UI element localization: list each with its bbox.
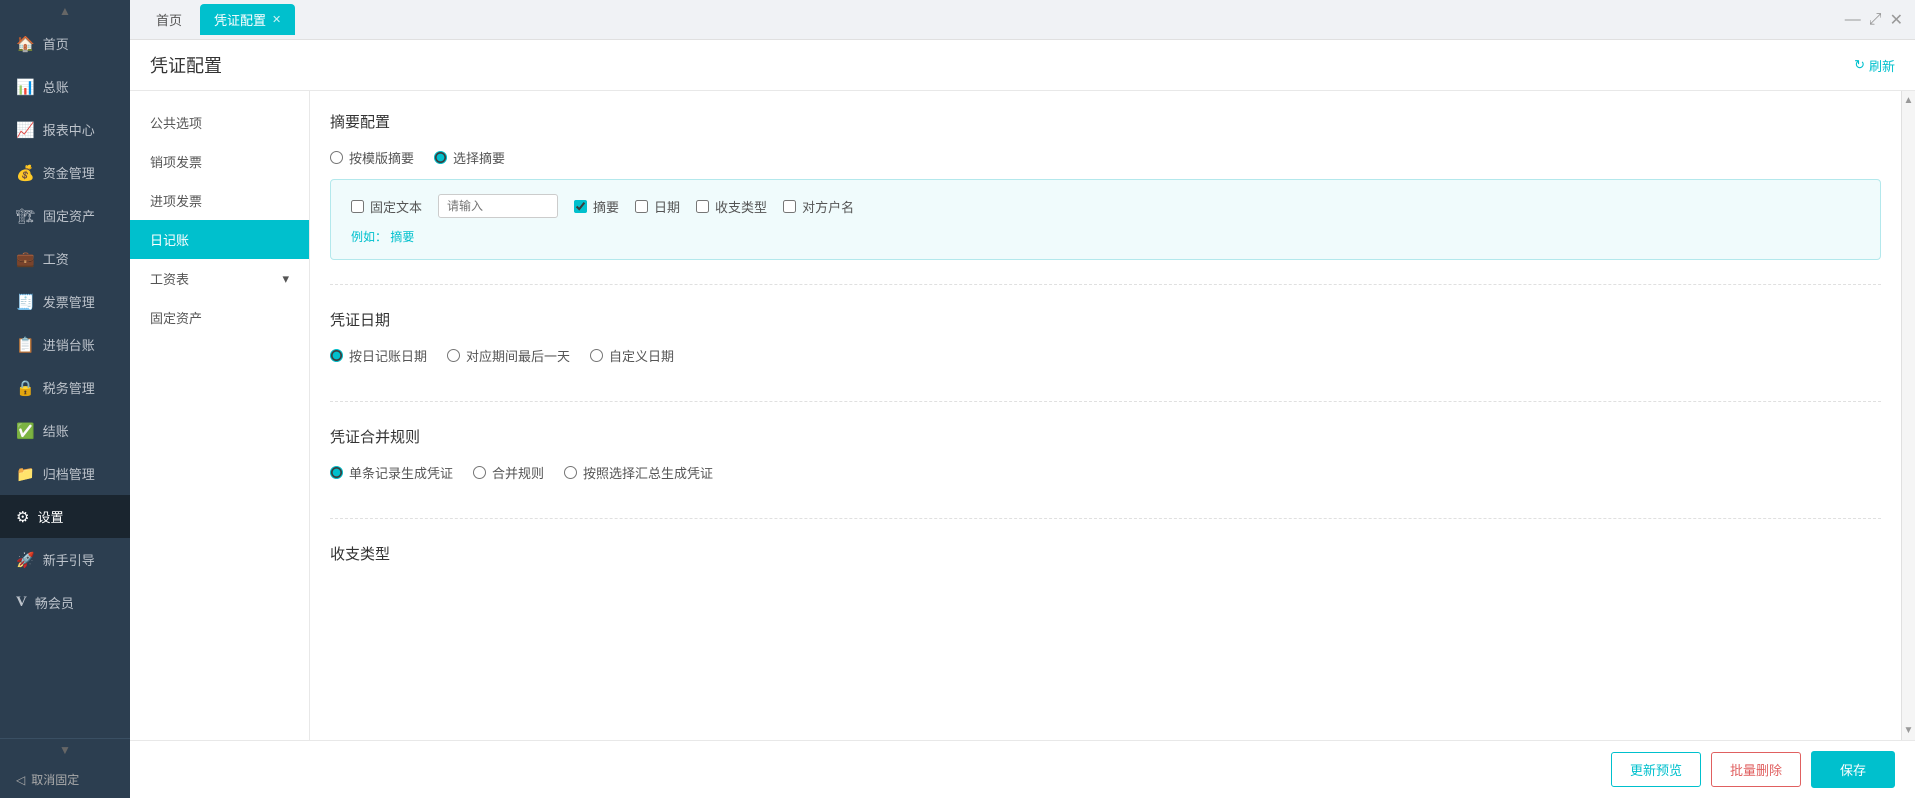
maximize-button[interactable]: ⤢ [1869, 11, 1882, 29]
pin-icon: ◁ [16, 773, 25, 787]
income-type-checkbox[interactable]: 收支类型 [696, 197, 767, 216]
left-nav-purchase-invoice[interactable]: 进项发票 [130, 181, 309, 220]
fixed-text-input[interactable] [438, 194, 558, 218]
arrow-down-icon: ▾ [282, 271, 289, 287]
sidebar-item-invoice[interactable]: 🧾 发票管理 [0, 280, 130, 323]
sidebar-item-archive[interactable]: 📁 归档管理 [0, 452, 130, 495]
scroll-down-arrow[interactable]: ▼ [1900, 721, 1915, 740]
main-content: 摘要配置 按模版摘要 选择摘要 [310, 91, 1901, 740]
batch-delete-button[interactable]: 批量删除 [1711, 752, 1801, 787]
ledger-icon: 📊 [16, 78, 35, 96]
page-header: 凭证配置 ↻ 刷新 [130, 40, 1915, 91]
purchase-icon: 📋 [16, 336, 35, 354]
tab-voucher-config[interactable]: 凭证配置 ✕ [200, 4, 295, 35]
voucher-merge-title: 凭证合并规则 [330, 426, 1881, 447]
left-nav-sales-invoice[interactable]: 销项发票 [130, 142, 309, 181]
summary-radio-group: 按模版摘要 选择摘要 [330, 148, 1881, 167]
summary-checkbox[interactable]: 摘要 [574, 197, 619, 216]
sidebar-item-guide[interactable]: 🚀 新手引导 [0, 538, 130, 581]
voucher-date-radio-group: 按日记账日期 对应期间最后一天 自定义日期 [330, 346, 1881, 365]
income-expense-section: 收支类型 [330, 543, 1881, 604]
page-container: 凭证配置 ↻ 刷新 公共选项 销项发票 进项发票 日记账 [130, 40, 1915, 798]
single-record-radio[interactable]: 单条记录生成凭证 [330, 463, 453, 482]
minimize-button[interactable]: — [1845, 11, 1861, 29]
left-nav-payroll[interactable]: 工资表 ▾ [130, 259, 309, 298]
sidebar-item-reports[interactable]: 📈 报表中心 [0, 108, 130, 151]
main-area: 首页 凭证配置 ✕ — ⤢ ✕ 凭证配置 ↻ 刷新 公共选项 [130, 0, 1915, 798]
sidebar-item-tax[interactable]: 🔒 税务管理 [0, 366, 130, 409]
reports-icon: 📈 [16, 121, 35, 139]
voucher-merge-radio-group: 单条记录生成凭证 合并规则 按照选择汇总生成凭证 [330, 463, 1881, 482]
fixed-text-checkbox[interactable]: 固定文本 [351, 197, 422, 216]
window-controls: — ⤢ ✕ [1845, 10, 1903, 30]
example-row: 例如： 摘要 [351, 228, 1860, 245]
left-nav-fixed-assets[interactable]: 固定资产 [130, 298, 309, 337]
sidebar-item-ledger[interactable]: 📊 总账 [0, 65, 130, 108]
sidebar-bottom: ▼ ◁ 取消固定 [0, 738, 130, 798]
settings-icon: ⚙ [16, 508, 29, 526]
refresh-button[interactable]: ↻ 刷新 [1854, 56, 1895, 75]
salary-icon: 💼 [16, 250, 35, 268]
save-button[interactable]: 保存 [1811, 751, 1895, 788]
update-preview-button[interactable]: 更新预览 [1611, 752, 1701, 787]
tab-close-button[interactable]: ✕ [272, 13, 281, 26]
voucher-date-section: 凭证日期 按日记账日期 对应期间最后一天 自定义日期 [330, 309, 1881, 402]
by-journal-date-radio[interactable]: 按日记账日期 [330, 346, 427, 365]
left-nav-public[interactable]: 公共选项 [130, 103, 309, 142]
tab-home[interactable]: 首页 [142, 4, 196, 35]
close-button[interactable]: ✕ [1890, 10, 1903, 30]
income-expense-title: 收支类型 [330, 543, 1881, 564]
sidebar-scroll-up[interactable]: ▲ [0, 0, 130, 22]
right-scrollbar: ▲ ▼ [1901, 91, 1915, 740]
home-icon: 🏠 [16, 35, 35, 53]
refresh-icon: ↻ [1854, 57, 1865, 73]
archive-icon: 📁 [16, 465, 35, 483]
sidebar-item-settings[interactable]: ⚙ 设置 [0, 495, 130, 538]
last-day-radio[interactable]: 对应期间最后一天 [447, 346, 570, 365]
sidebar-cancel-pin[interactable]: ◁ 取消固定 [0, 761, 130, 798]
sidebar-item-vip[interactable]: V 畅会员 [0, 581, 130, 624]
guide-icon: 🚀 [16, 551, 35, 569]
template-summary-radio[interactable]: 按模版摘要 [330, 148, 414, 167]
custom-date-radio[interactable]: 自定义日期 [590, 346, 674, 365]
summary-checkbox-row: 固定文本 摘要 日期 [351, 194, 1860, 218]
sidebar-item-assets[interactable]: 🏗 固定资产 [0, 194, 130, 237]
voucher-merge-section: 凭证合并规则 单条记录生成凭证 合并规则 按照选择汇总生成凭证 [330, 426, 1881, 519]
sidebar-scroll-down[interactable]: ▼ [0, 739, 130, 761]
funds-icon: 💰 [16, 164, 35, 182]
closing-icon: ✅ [16, 422, 35, 440]
invoice-icon: 🧾 [16, 293, 35, 311]
select-summary-radio[interactable]: 选择摘要 [434, 148, 505, 167]
content-layout: 公共选项 销项发票 进项发票 日记账 工资表 ▾ 固定资产 [130, 91, 1915, 740]
sidebar-item-purchase[interactable]: 📋 进销台账 [0, 323, 130, 366]
summary-config-box: 固定文本 摘要 日期 [330, 179, 1881, 260]
voucher-date-title: 凭证日期 [330, 309, 1881, 330]
left-nav-journal[interactable]: 日记账 [130, 220, 309, 259]
merge-rules-radio[interactable]: 合并规则 [473, 463, 544, 482]
counterparty-checkbox[interactable]: 对方户名 [783, 197, 854, 216]
sidebar-item-funds[interactable]: 💰 资金管理 [0, 151, 130, 194]
summary-config-title: 摘要配置 [330, 111, 1881, 132]
left-nav: 公共选项 销项发票 进项发票 日记账 工资表 ▾ 固定资产 [130, 91, 310, 740]
summary-config-section: 摘要配置 按模版摘要 选择摘要 [330, 111, 1881, 285]
sidebar: ▲ 🏠 首页 📊 总账 📈 报表中心 💰 资金管理 🏗 固定资产 💼 工资 🧾 … [0, 0, 130, 798]
sidebar-item-home[interactable]: 🏠 首页 [0, 22, 130, 65]
tax-icon: 🔒 [16, 379, 35, 397]
page-title: 凭证配置 [150, 52, 222, 78]
sidebar-item-closing[interactable]: ✅ 结账 [0, 409, 130, 452]
sidebar-item-salary[interactable]: 💼 工资 [0, 237, 130, 280]
tab-bar: 首页 凭证配置 ✕ — ⤢ ✕ [130, 0, 1915, 40]
scroll-up-arrow[interactable]: ▲ [1900, 91, 1915, 110]
by-selection-radio[interactable]: 按照选择汇总生成凭证 [564, 463, 713, 482]
date-checkbox[interactable]: 日期 [635, 197, 680, 216]
bottom-bar: 更新预览 批量删除 保存 [130, 740, 1915, 798]
vip-icon: V [16, 594, 27, 611]
assets-icon: 🏗 [16, 207, 35, 225]
